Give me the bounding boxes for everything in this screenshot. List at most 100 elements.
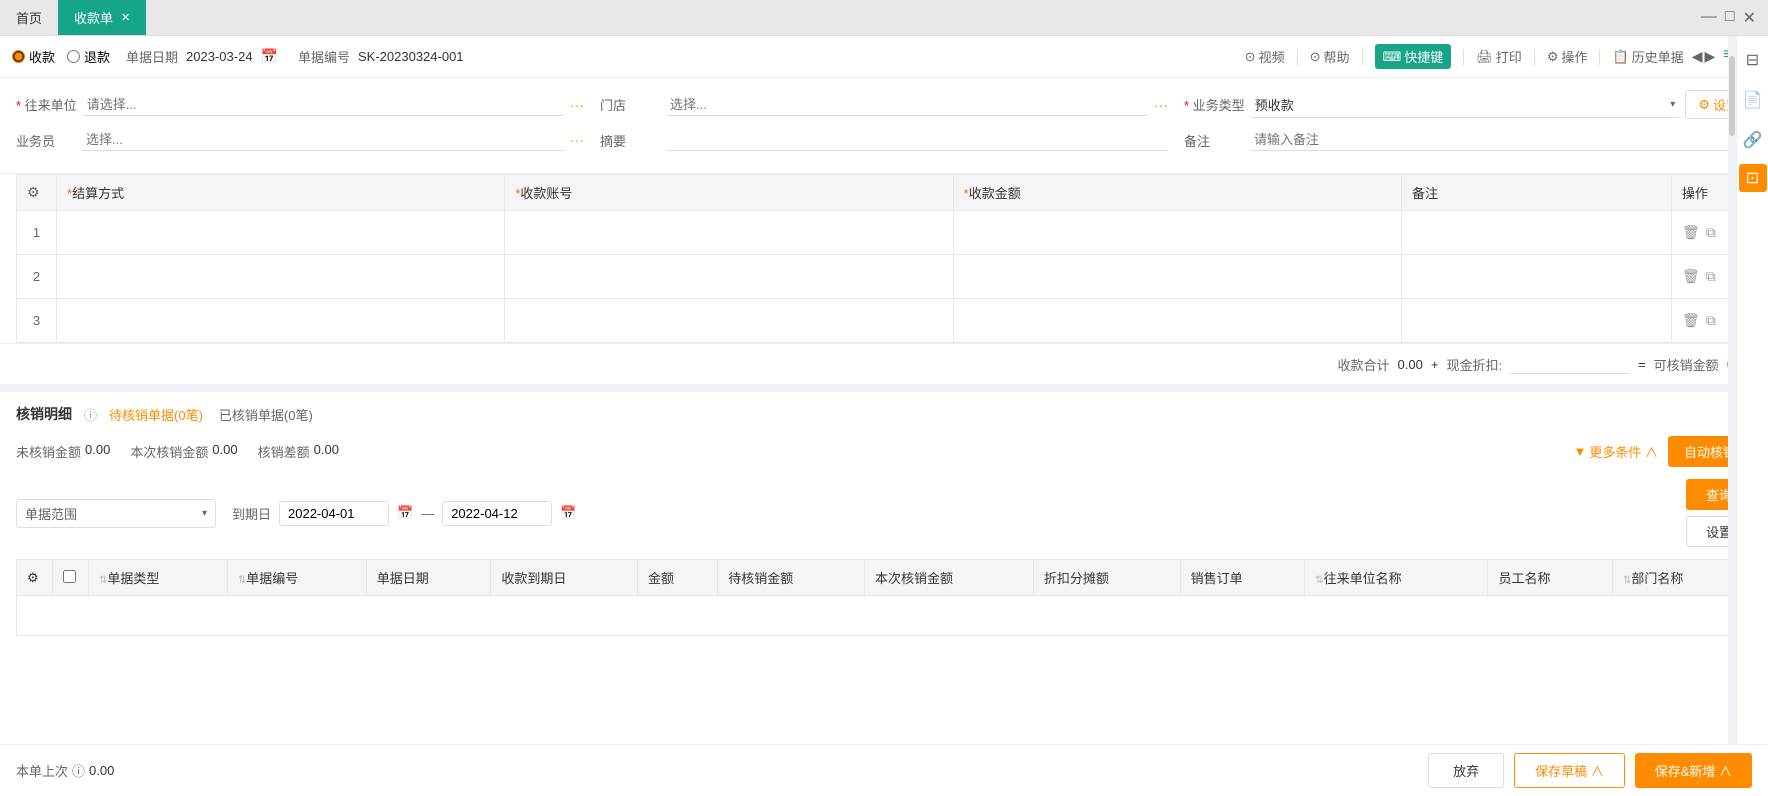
tab-links: 待核销单据(0笔) 已核销单据(0笔) <box>109 405 313 424</box>
nav-prev-btn[interactable]: ◀ <box>1692 48 1703 65</box>
info-icon[interactable]: ⓘ <box>84 405 97 424</box>
receipt-label: 收款 <box>29 47 55 66</box>
delete-icon-1[interactable]: 🗑 <box>1682 224 1700 241</box>
history-icon: 📋 <box>1612 49 1628 65</box>
amount-1[interactable] <box>953 211 1401 255</box>
tab-receipt[interactable]: 收款单 ✕ <box>58 0 146 35</box>
date-to-input[interactable] <box>442 501 552 526</box>
discount-input[interactable] <box>1510 354 1630 374</box>
range-label: 单据范围 <box>25 504 77 523</box>
due-date-header: 收款到期日 <box>491 560 638 596</box>
note-3[interactable] <box>1401 299 1671 343</box>
summary-input[interactable] <box>666 129 1168 151</box>
print-btn[interactable]: 🖨 打印 <box>1476 47 1522 66</box>
section-divider <box>0 384 1768 392</box>
from-unit-field: 往来单位 ··· <box>16 94 584 116</box>
save-new-btn[interactable]: 保存&新增 ∧ <box>1635 753 1752 788</box>
help-btn[interactable]: ⊙ 帮助 <box>1310 47 1350 66</box>
tab-home[interactable]: 首页 <box>0 0 58 35</box>
range-select[interactable]: 单据范围 ▾ <box>16 499 216 528</box>
row-num-3: 3 <box>17 299 57 343</box>
history-btn[interactable]: 📋 历史单据 <box>1612 47 1683 66</box>
account-2[interactable] <box>505 255 953 299</box>
sidebar-link-icon[interactable]: 🔗 <box>1737 124 1768 156</box>
note-2[interactable] <box>1401 255 1671 299</box>
section-title: 核销明细 <box>16 404 72 424</box>
equals-sign: = <box>1638 357 1646 372</box>
cb-header <box>53 560 89 596</box>
bottom-label: 本单上次 <box>16 761 68 780</box>
pending-tab[interactable]: 待核销单据(0笔) <box>109 405 203 424</box>
tab-done[interactable]: 已核销单据(0笔) <box>219 405 313 424</box>
account-1[interactable] <box>505 211 953 255</box>
copy-icon-2[interactable]: ⧉ <box>1706 268 1716 285</box>
tab-close-icon[interactable]: ✕ <box>121 11 130 24</box>
business-type-select[interactable]: 预收款 ▾ <box>1251 92 1680 118</box>
table2-gear-icon[interactable]: ⚙ <box>27 570 39 585</box>
maximize-btn[interactable]: □ <box>1725 8 1735 28</box>
date-label: 到期日 <box>232 504 271 523</box>
stat-unverified: 未核销金额 0.00 <box>16 442 110 461</box>
from-unit-input[interactable] <box>83 94 564 116</box>
calendar-icon[interactable]: 📅 <box>261 48 278 65</box>
salesman-input[interactable] <box>82 129 564 151</box>
close-btn[interactable]: ✕ <box>1743 8 1756 28</box>
bottom-value: 0.00 <box>89 763 114 778</box>
store-more-icon[interactable]: ··· <box>1154 97 1168 113</box>
doc-num-value: SK-20230324-001 <box>358 49 464 64</box>
unverified-value: 0.00 <box>85 442 110 461</box>
store-input[interactable] <box>666 94 1148 116</box>
table-gear-icon[interactable]: ⚙ <box>27 184 40 200</box>
gear-column: ⚙ <box>17 175 57 211</box>
receipt-type-group: 收款 退款 <box>12 47 110 66</box>
operation-btn[interactable]: ⚙ 操作 <box>1547 47 1588 66</box>
amount-2[interactable] <box>953 255 1401 299</box>
amount-3[interactable] <box>953 299 1401 343</box>
toolbar-actions: ⊙ 视频 ⊙ 帮助 ⌨ 快捷键 🖨 打印 ⚙ 操作 <box>1245 44 1756 69</box>
refund-radio[interactable]: 退款 <box>67 47 110 66</box>
abandon-btn[interactable]: 放弃 <box>1428 753 1504 788</box>
divider5 <box>1599 49 1600 65</box>
more-conditions-btn[interactable]: ▼ 更多条件 ∧ <box>1573 442 1658 461</box>
copy-icon-3[interactable]: ⧉ <box>1706 312 1716 329</box>
cal-to-icon[interactable]: 📅 <box>560 505 576 521</box>
save-draft-btn[interactable]: 保存草稿 ∧ <box>1514 753 1625 788</box>
note-1[interactable] <box>1401 211 1671 255</box>
salesman-more-icon[interactable]: ··· <box>570 132 584 148</box>
nav-next-btn[interactable]: ▶ <box>1704 48 1715 65</box>
remarks-input[interactable] <box>1250 129 1752 151</box>
diff-label: 核销差额 <box>258 442 310 461</box>
from-unit-more-icon[interactable]: ··· <box>570 97 584 113</box>
available-label: 可核销金额 <box>1654 355 1719 374</box>
date-from-input[interactable] <box>279 501 389 526</box>
delete-icon-3[interactable]: 🗑 <box>1682 312 1700 329</box>
top-toolbar: 收款 退款 单据日期 2023-03-24 📅 单据编号 SK-20230324… <box>0 36 1768 78</box>
delete-icon-2[interactable]: 🗑 <box>1682 268 1700 285</box>
minimize-btn[interactable]: — <box>1701 8 1717 28</box>
row-num-1: 1 <box>17 211 57 255</box>
business-type-field: 业务类型 预收款 ▾ ⚙ 设置 <box>1184 90 1752 119</box>
receipt-table-container: ⚙ *结算方式 *收款账号 *收款金额 备注 操作 <box>0 174 1768 343</box>
sidebar-screen-icon[interactable]: ⊡ <box>1739 164 1767 192</box>
sidebar-table-icon[interactable]: ⊟ <box>1740 44 1765 76</box>
summary-label: 摘要 <box>600 131 660 150</box>
operation-icon: ⚙ <box>1547 49 1559 65</box>
video-btn[interactable]: ⊙ 视频 <box>1245 47 1285 66</box>
store-field: 门店 ··· <box>600 94 1168 116</box>
discount-label: 现金折扣: <box>1446 355 1502 374</box>
shortcut-btn[interactable]: ⌨ 快捷键 <box>1375 44 1452 69</box>
help-icon: ⊙ <box>1310 49 1321 65</box>
sidebar-doc-icon[interactable]: 📄 <box>1737 84 1768 116</box>
settlement-1[interactable] <box>57 211 505 255</box>
account-3[interactable] <box>505 299 953 343</box>
settlement-2[interactable] <box>57 255 505 299</box>
cal-from-icon[interactable]: 📅 <box>397 505 413 521</box>
copy-icon-1[interactable]: ⧉ <box>1706 224 1716 241</box>
select-all-checkbox[interactable] <box>63 570 76 583</box>
right-sidebar: ⊟ 📄 🔗 ⊡ <box>1736 36 1768 796</box>
scrollbar[interactable] <box>1728 36 1736 796</box>
settlement-3[interactable] <box>57 299 505 343</box>
main-content: 收款 退款 单据日期 2023-03-24 📅 单据编号 SK-20230324… <box>0 36 1768 796</box>
pending-header: 待核销金额 <box>718 560 865 596</box>
receipt-radio[interactable]: 收款 <box>12 47 55 66</box>
